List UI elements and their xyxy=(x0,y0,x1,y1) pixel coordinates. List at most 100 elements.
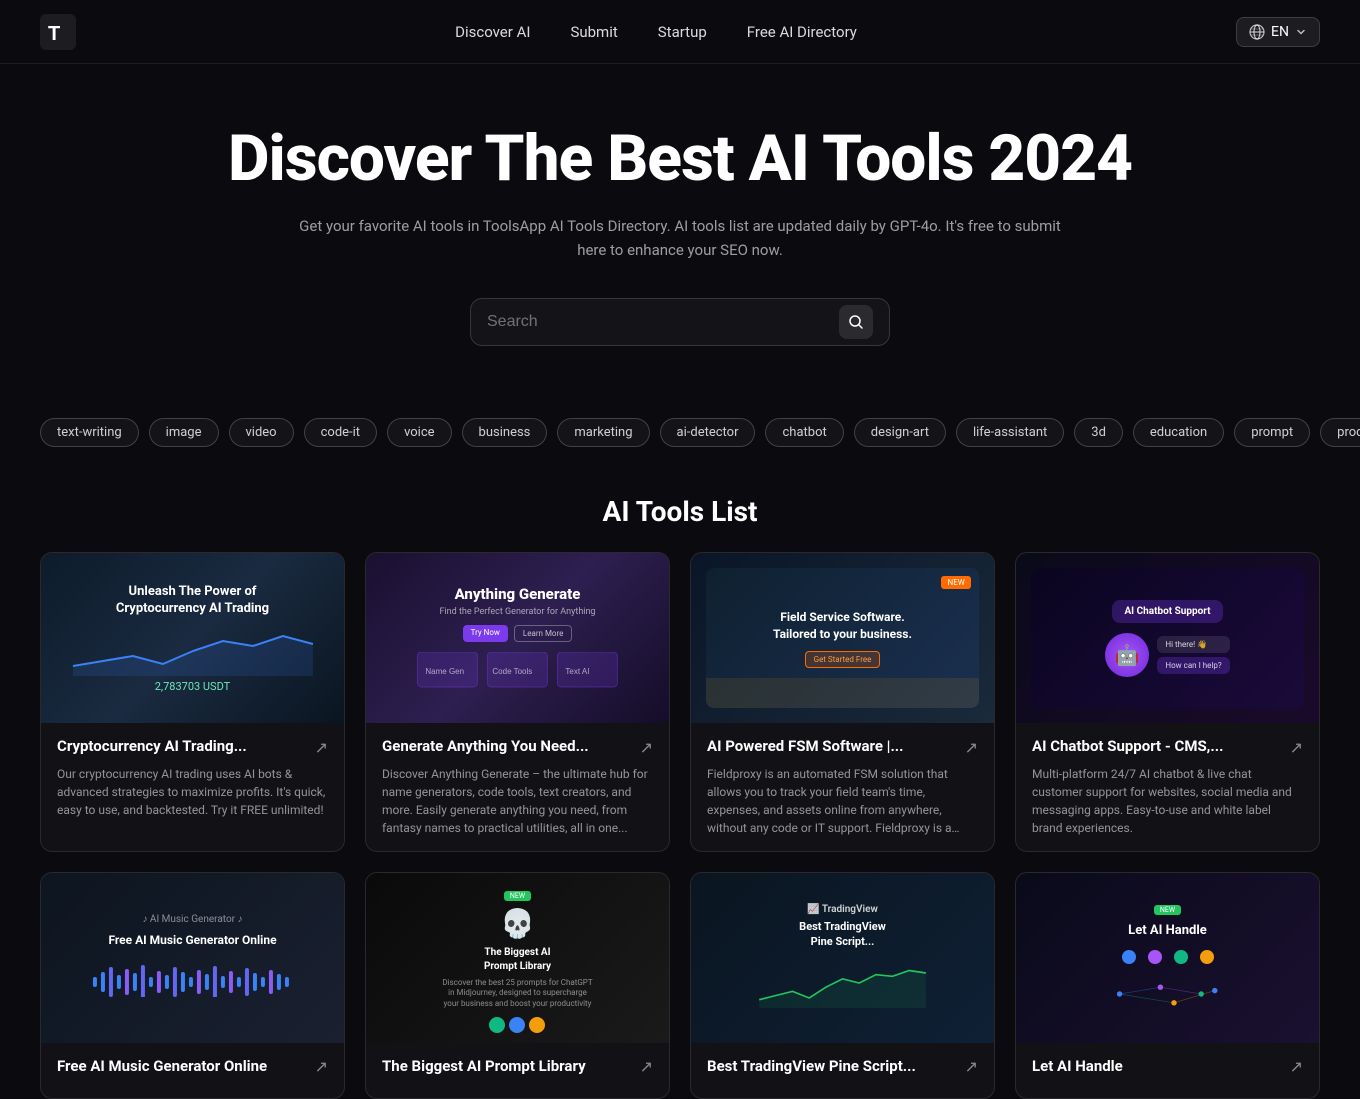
search-bar xyxy=(470,298,890,346)
external-link-icon-music: ↗ xyxy=(315,1057,328,1076)
tool-thumb-fsm: NEW Field Service Software.Tailored to y… xyxy=(691,553,994,723)
thumb-anything-title: Anything Generate xyxy=(455,585,581,603)
tool-title-row-trading: Best TradingView Pine Script... ↗ xyxy=(707,1057,978,1077)
pine-badge: NEW xyxy=(1154,905,1181,915)
music-main-title: Free AI Music Generator Online xyxy=(57,933,328,947)
navbar: T Discover AI Submit Startup Free AI Dir… xyxy=(0,0,1360,64)
nav-discover-ai[interactable]: Discover AI xyxy=(455,23,530,41)
fsm-title-text: Field Service Software.Tailored to your … xyxy=(773,609,912,643)
tag-video[interactable]: video xyxy=(229,418,294,447)
tool-thumb-music: ♪ AI Music Generator ♪ Free AI Music Gen… xyxy=(41,873,344,1043)
tool-thumb-trading: 📈 TradingView Best TradingViewPine Scrip… xyxy=(691,873,994,1043)
tool-thumb-anything: Anything Generate Find the Perfect Gener… xyxy=(366,553,669,723)
prompt-inner: NEW 💀 The Biggest AIPrompt Library Disco… xyxy=(430,873,604,1043)
tool-title-row-music: Free AI Music Generator Online ↗ xyxy=(57,1057,328,1077)
tag-ai-detector[interactable]: ai-detector xyxy=(660,418,756,447)
tool-title-crypto: Cryptocurrency AI Trading... xyxy=(57,737,307,757)
tool-body-anything: Generate Anything You Need... ↗ Discover… xyxy=(366,723,669,851)
tag-life-assistant[interactable]: life-assistant xyxy=(956,418,1064,447)
search-input[interactable] xyxy=(487,313,829,331)
tool-title-music: Free AI Music Generator Online xyxy=(57,1057,307,1077)
external-link-icon-fsm: ↗ xyxy=(965,738,978,757)
tool-card-generate-anything[interactable]: Anything Generate Find the Perfect Gener… xyxy=(365,552,670,852)
trading-logo-text: 📈 TradingView xyxy=(703,904,982,915)
tool-title-row-pine: Let AI Handle ↗ xyxy=(1032,1057,1303,1077)
tag-education[interactable]: education xyxy=(1133,418,1224,447)
tool-card-trading[interactable]: 📈 TradingView Best TradingViewPine Scrip… xyxy=(690,872,995,1099)
tool-title-row-chatbot: AI Chatbot Support - CMS,... ↗ xyxy=(1032,737,1303,757)
search-button[interactable] xyxy=(839,305,873,339)
pine-dots-row xyxy=(1096,950,1240,964)
fsm-content: Field Service Software.Tailored to your … xyxy=(757,593,928,684)
chatbot-label: AI Chatbot Support xyxy=(1112,600,1222,623)
tag-design-art[interactable]: design-art xyxy=(854,418,946,447)
nav-center: Discover AI Submit Startup Free AI Direc… xyxy=(455,23,857,41)
external-link-icon-anything: ↗ xyxy=(640,738,653,757)
hero-subtitle: Get your favorite AI tools in ToolsApp A… xyxy=(290,214,1070,262)
tools-grid: Unleash The Power ofCryptocurrency AI Tr… xyxy=(0,552,1360,1099)
tag-productivity[interactable]: productivity xyxy=(1320,418,1360,447)
globe-icon xyxy=(1249,24,1265,40)
fsm-cta: Get Started Free xyxy=(805,651,881,668)
tool-body-prompt: The Biggest AI Prompt Library ↗ xyxy=(366,1043,669,1099)
tool-card-prompt[interactable]: NEW 💀 The Biggest AIPrompt Library Disco… xyxy=(365,872,670,1099)
pine-connections xyxy=(1106,974,1228,1014)
tool-title-chatbot: AI Chatbot Support - CMS,... xyxy=(1032,737,1282,757)
nav-startup[interactable]: Startup xyxy=(658,23,707,41)
tool-card-crypto-trading[interactable]: Unleash The Power ofCryptocurrency AI Tr… xyxy=(40,552,345,852)
hero-section: Discover The Best AI Tools 2024 Get your… xyxy=(0,64,1360,418)
tool-body-trading: Best TradingView Pine Script... ↗ xyxy=(691,1043,994,1099)
pine-title-text: Let AI Handle xyxy=(1096,923,1240,938)
tool-title-row-prompt: The Biggest AI Prompt Library ↗ xyxy=(382,1057,653,1077)
nav-submit[interactable]: Submit xyxy=(570,23,617,41)
tool-card-fsm[interactable]: NEW Field Service Software.Tailored to y… xyxy=(690,552,995,852)
search-wrapper xyxy=(40,298,1320,346)
section-title: AI Tools List xyxy=(0,495,1360,528)
tool-title-row-crypto: Cryptocurrency AI Trading... ↗ xyxy=(57,737,328,757)
tool-thumb-chatbot: AI Chatbot Support 🤖 Hi there! 👋 How can… xyxy=(1016,553,1319,723)
trading-main-text: Best TradingViewPine Script... xyxy=(703,919,982,950)
tool-desc-anything: Discover Anything Generate – the ultimat… xyxy=(382,765,653,837)
thumb-anything-btn-secondary: Learn More xyxy=(514,625,572,642)
tag-image[interactable]: image xyxy=(149,418,219,447)
tag-3d[interactable]: 3d xyxy=(1074,418,1123,447)
thumb-anything-btns: Try Now Learn More xyxy=(463,625,573,642)
external-link-icon-prompt: ↗ xyxy=(640,1057,653,1076)
external-link-icon-pine: ↗ xyxy=(1290,1057,1303,1076)
logo[interactable]: T xyxy=(40,14,76,50)
anything-decoration: Name Gen Code Tools Text AI xyxy=(409,652,626,692)
prompt-emoji: 💀 xyxy=(442,907,592,940)
tool-thumb-pine: NEW Let AI Handle xyxy=(1016,873,1319,1043)
tool-card-music[interactable]: ♪ AI Music Generator ♪ Free AI Music Gen… xyxy=(40,872,345,1099)
tag-text-writing[interactable]: text-writing xyxy=(40,418,139,447)
tool-thumb-crypto: Unleash The Power ofCryptocurrency AI Tr… xyxy=(41,553,344,723)
tool-card-pine[interactable]: NEW Let AI Handle xyxy=(1015,872,1320,1099)
lang-label: EN xyxy=(1271,24,1289,40)
tool-desc-chatbot: Multi-platform 24/7 AI chatbot & live ch… xyxy=(1032,765,1303,837)
tag-business[interactable]: business xyxy=(462,418,548,447)
nav-right: EN xyxy=(1236,17,1320,47)
search-icon xyxy=(848,314,864,330)
thumb-crypto-title: Unleash The Power ofCryptocurrency AI Tr… xyxy=(116,584,269,618)
tool-title-row-anything: Generate Anything You Need... ↗ xyxy=(382,737,653,757)
tool-desc-fsm: Fieldproxy is an automated FSM solution … xyxy=(707,765,978,837)
lang-selector[interactable]: EN xyxy=(1236,17,1320,47)
tag-chatbot[interactable]: chatbot xyxy=(765,418,843,447)
prompt-new-badge: NEW xyxy=(504,891,531,901)
tool-body-music: Free AI Music Generator Online ↗ xyxy=(41,1043,344,1099)
chevron-down-icon xyxy=(1295,26,1307,38)
crypto-stat: 2,783703 USDT xyxy=(155,680,230,693)
svg-text:Text AI: Text AI xyxy=(565,667,589,676)
tag-code-it[interactable]: code-it xyxy=(304,418,377,447)
tag-voice[interactable]: voice xyxy=(387,418,451,447)
tool-title-prompt: The Biggest AI Prompt Library xyxy=(382,1057,632,1077)
tag-marketing[interactable]: marketing xyxy=(557,418,649,447)
prompt-title-text: The Biggest AIPrompt Library xyxy=(442,946,592,974)
tool-body-pine: Let AI Handle ↗ xyxy=(1016,1043,1319,1099)
nav-free-dir[interactable]: Free AI Directory xyxy=(747,23,857,41)
tool-card-chatbot[interactable]: AI Chatbot Support 🤖 Hi there! 👋 How can… xyxy=(1015,552,1320,852)
tag-prompt[interactable]: prompt xyxy=(1234,418,1310,447)
music-waveform xyxy=(71,957,315,997)
trading-inner: 📈 TradingView Best TradingViewPine Scrip… xyxy=(691,892,994,1024)
trading-chart xyxy=(717,958,968,1008)
